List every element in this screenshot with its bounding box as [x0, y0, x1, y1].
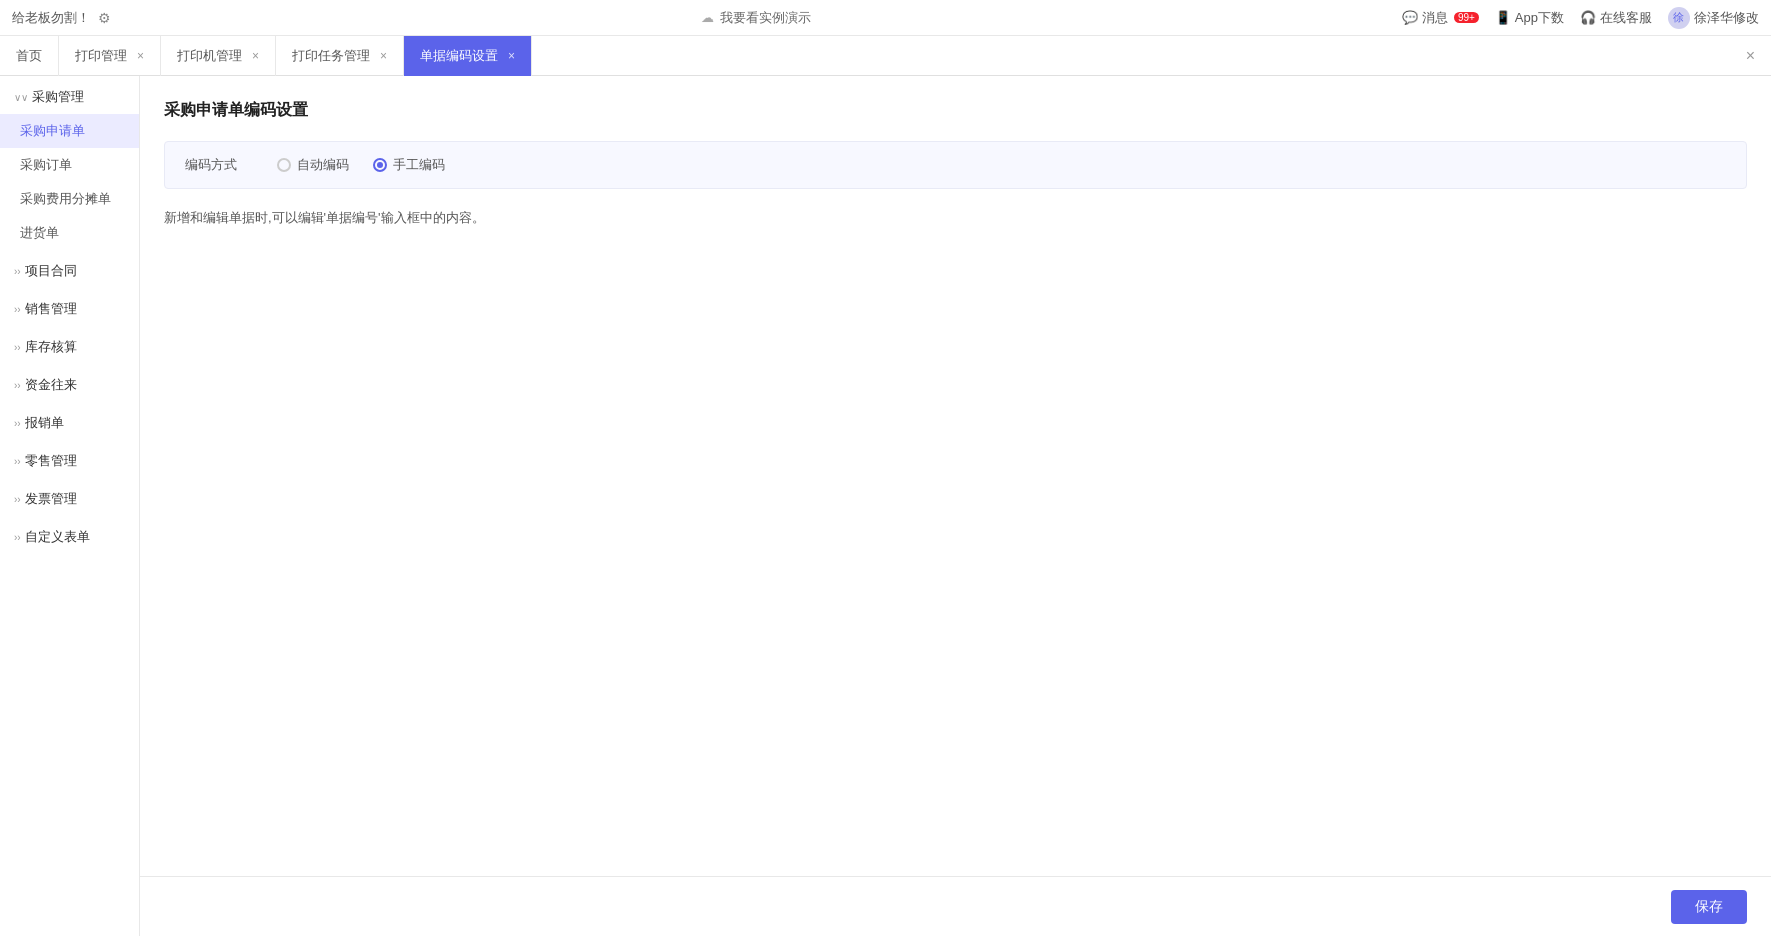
message-button[interactable]: 💬 消息 99+ — [1402, 9, 1479, 27]
tab-printer-manage[interactable]: 打印机管理 × — [161, 36, 276, 76]
sales-group-label: 销售管理 — [25, 300, 77, 318]
tab-bar-close-all[interactable]: × — [1730, 47, 1771, 65]
sidebar-group-custom: › 自定义表单 — [0, 520, 139, 554]
phone-icon: 📱 — [1495, 10, 1511, 25]
sidebar-group-purchase: ∨ 采购管理 采购申请单 采购订单 采购费用分摊单 进货单 — [0, 80, 139, 250]
page-title: 采购申请单编码设置 — [164, 100, 1747, 121]
content-footer: 保存 — [140, 876, 1771, 936]
tab-printer-manage-close[interactable]: × — [252, 49, 259, 63]
tab-bar: 首页 打印管理 × 打印机管理 × 打印任务管理 × 单据编码设置 × × — [0, 36, 1771, 76]
encoding-section: 编码方式 自动编码 手工编码 — [164, 141, 1747, 189]
manual-code-label: 手工编码 — [393, 156, 445, 174]
inventory-group-label: 库存核算 — [25, 338, 77, 356]
top-bar-left: 给老板勿割！ — [12, 9, 111, 27]
capital-arrow-icon: › — [14, 380, 21, 391]
sidebar-item-purchase-request-label: 采购申请单 — [20, 123, 85, 138]
message-label: 消息 — [1422, 9, 1448, 27]
settings-icon[interactable] — [98, 10, 111, 26]
tab-single-code-close[interactable]: × — [508, 49, 515, 63]
user-name: 徐泽华修改 — [1694, 9, 1759, 27]
tab-print-manage-close[interactable]: × — [137, 49, 144, 63]
tab-print-task-close[interactable]: × — [380, 49, 387, 63]
manual-code-circle — [373, 158, 387, 172]
sidebar-group-retail-title[interactable]: › 零售管理 — [0, 444, 139, 478]
sidebar-item-purchase-order[interactable]: 采购订单 — [0, 148, 139, 182]
message-badge: 99+ — [1454, 12, 1479, 23]
demo-link[interactable]: 我要看实例演示 — [720, 9, 811, 27]
tab-print-manage[interactable]: 打印管理 × — [59, 36, 161, 76]
sidebar-item-purchase-expense[interactable]: 采购费用分摊单 — [0, 182, 139, 216]
tab-home-label: 首页 — [16, 47, 42, 65]
tab-print-manage-label: 打印管理 — [75, 47, 127, 65]
chat-icon: 💬 — [1402, 10, 1418, 25]
save-button[interactable]: 保存 — [1671, 890, 1747, 924]
user-profile[interactable]: 徐 徐泽华修改 — [1668, 7, 1759, 29]
auto-code-label: 自动编码 — [297, 156, 349, 174]
content-body: 采购申请单编码设置 编码方式 自动编码 手工编码 新增和编辑单据时,可以编辑'单… — [140, 76, 1771, 876]
auto-code-circle — [277, 158, 291, 172]
tab-single-code[interactable]: 单据编码设置 × — [404, 36, 532, 76]
main-layout: ∨ 采购管理 采购申请单 采购订单 采购费用分摊单 进货单 › 项目合同 — [0, 76, 1771, 936]
custom-group-label: 自定义表单 — [25, 528, 90, 546]
tab-single-code-label: 单据编码设置 — [420, 47, 498, 65]
brand-text: 给老板勿割！ — [12, 9, 90, 27]
returns-group-label: 报销单 — [25, 414, 64, 432]
retail-arrow-icon: › — [14, 456, 21, 467]
app-download-button[interactable]: 📱 App下数 — [1495, 9, 1564, 27]
tab-home[interactable]: 首页 — [0, 36, 59, 76]
tab-printer-manage-label: 打印机管理 — [177, 47, 242, 65]
description-text: 新增和编辑单据时,可以编辑'单据编号'输入框中的内容。 — [164, 209, 1747, 227]
project-group-label: 项目合同 — [25, 262, 77, 280]
sidebar-group-capital: › 资金往来 — [0, 368, 139, 402]
encoding-radio-group: 自动编码 手工编码 — [277, 156, 445, 174]
sidebar-group-inventory-title[interactable]: › 库存核算 — [0, 330, 139, 364]
sidebar-group-custom-title[interactable]: › 自定义表单 — [0, 520, 139, 554]
sidebar-group-project-title[interactable]: › 项目合同 — [0, 254, 139, 288]
sidebar-group-retail: › 零售管理 — [0, 444, 139, 478]
tab-print-task[interactable]: 打印任务管理 × — [276, 36, 404, 76]
tab-print-task-label: 打印任务管理 — [292, 47, 370, 65]
sidebar-item-purchase-request[interactable]: 采购申请单 — [0, 114, 139, 148]
retail-group-label: 零售管理 — [25, 452, 77, 470]
sidebar: ∨ 采购管理 采购申请单 采购订单 采购费用分摊单 进货单 › 项目合同 — [0, 76, 140, 936]
invoice-group-label: 发票管理 — [25, 490, 77, 508]
sidebar-group-inventory: › 库存核算 — [0, 330, 139, 364]
user-avatar: 徐 — [1668, 7, 1690, 29]
encoding-label: 编码方式 — [185, 156, 237, 174]
service-label: 在线客服 — [1600, 9, 1652, 27]
sidebar-group-capital-title[interactable]: › 资金往来 — [0, 368, 139, 402]
project-arrow-icon: › — [14, 266, 21, 277]
returns-arrow-icon: › — [14, 418, 21, 429]
service-button[interactable]: 🎧 在线客服 — [1580, 9, 1652, 27]
content-area: 采购申请单编码设置 编码方式 自动编码 手工编码 新增和编辑单据时,可以编辑'单… — [140, 76, 1771, 936]
sidebar-group-returns-title[interactable]: › 报销单 — [0, 406, 139, 440]
app-download-label: App下数 — [1515, 9, 1564, 27]
top-bar-center: ☁ 我要看实例演示 — [701, 9, 811, 27]
sidebar-group-invoice: › 发票管理 — [0, 482, 139, 516]
sidebar-group-invoice-title[interactable]: › 发票管理 — [0, 482, 139, 516]
top-bar: 给老板勿割！ ☁ 我要看实例演示 💬 消息 99+ 📱 App下数 🎧 在线客服… — [0, 0, 1771, 36]
sidebar-group-project: › 项目合同 — [0, 254, 139, 288]
purchase-group-label: 采购管理 — [32, 88, 84, 106]
inventory-arrow-icon: › — [14, 342, 21, 353]
capital-group-label: 资金往来 — [25, 376, 77, 394]
sidebar-group-sales-title[interactable]: › 销售管理 — [0, 292, 139, 326]
sidebar-group-purchase-title[interactable]: ∨ 采购管理 — [0, 80, 139, 114]
sidebar-item-purchase-expense-label: 采购费用分摊单 — [20, 191, 111, 206]
cloud-icon: ☁ — [701, 10, 714, 25]
invoice-arrow-icon: › — [14, 494, 21, 505]
sidebar-group-sales: › 销售管理 — [0, 292, 139, 326]
sidebar-item-stock-in[interactable]: 进货单 — [0, 216, 139, 250]
sidebar-item-stock-in-label: 进货单 — [20, 225, 59, 240]
manual-code-radio[interactable]: 手工编码 — [373, 156, 445, 174]
sales-arrow-icon: › — [14, 304, 21, 315]
sidebar-item-purchase-order-label: 采购订单 — [20, 157, 72, 172]
auto-code-radio[interactable]: 自动编码 — [277, 156, 349, 174]
custom-arrow-icon: › — [14, 532, 21, 543]
service-icon: 🎧 — [1580, 10, 1596, 25]
sidebar-group-returns: › 报销单 — [0, 406, 139, 440]
purchase-arrow-icon: ∨ — [14, 92, 28, 103]
top-bar-right: 💬 消息 99+ 📱 App下数 🎧 在线客服 徐 徐泽华修改 — [1402, 7, 1759, 29]
